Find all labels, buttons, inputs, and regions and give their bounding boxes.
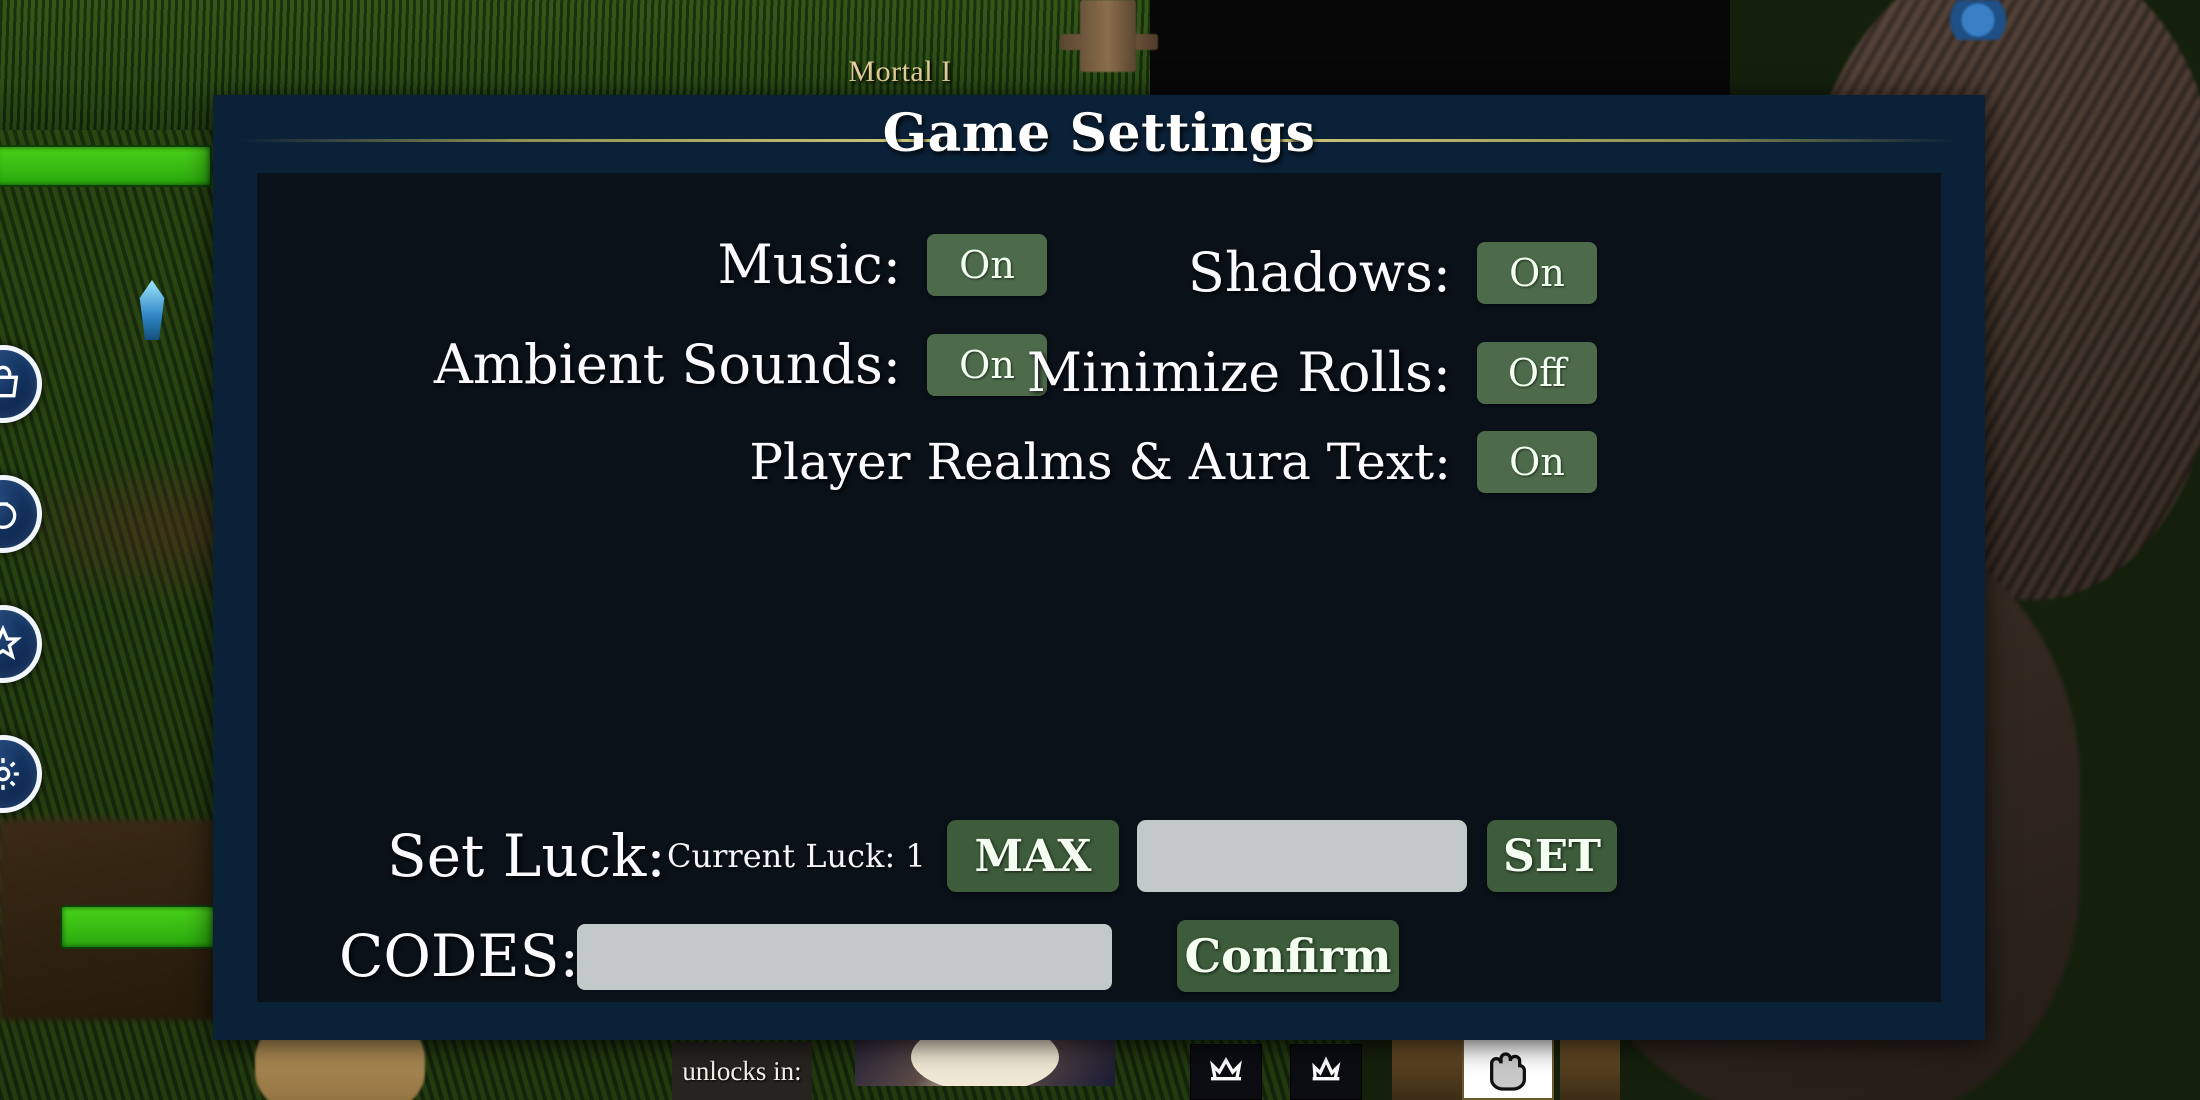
set-luck-row: Set Luck: Current Luck: 1 MAX SET	[257, 813, 1941, 899]
max-luck-button[interactable]: MAX	[947, 820, 1119, 892]
setting-label-player-realms: Player Realms & Aura Text:	[749, 433, 1451, 491]
setting-label-shadows: Shadows:	[1187, 241, 1451, 304]
setting-label-ambient-sounds: Ambient Sounds:	[433, 333, 901, 396]
game-settings-panel: Game Settings Music: On Ambient Sounds: …	[213, 95, 1985, 1040]
setting-label-minimize-rolls: Minimize Rolls:	[1026, 341, 1451, 404]
settings-grid: Music: On Ambient Sounds: On Shadows: On…	[257, 173, 1941, 493]
set-luck-label: Set Luck:	[387, 822, 666, 890]
hotbar-slot-crown-2[interactable]	[1290, 1044, 1362, 1100]
panel-header: Game Settings	[213, 95, 1985, 173]
shop-icon	[0, 365, 19, 398]
setting-row-music: Music: On	[257, 233, 1047, 296]
hotbar-slot-empty-2[interactable]	[1560, 1040, 1620, 1100]
toggle-minimize-rolls[interactable]: Off	[1477, 341, 1597, 404]
gear-icon	[0, 758, 19, 790]
codes-label: CODES:	[339, 922, 580, 990]
setting-row-ambient-sounds: Ambient Sounds: On	[257, 333, 1047, 396]
toggle-shadows[interactable]: On	[1477, 241, 1597, 304]
toggle-player-realms[interactable]: On	[1477, 431, 1597, 493]
health-bar	[60, 905, 215, 949]
panel-body: Music: On Ambient Sounds: On Shadows: On…	[257, 173, 1941, 1002]
set-luck-button[interactable]: SET	[1487, 820, 1617, 892]
background-creature	[1950, 0, 2020, 40]
setting-row-shadows: Shadows: On	[1077, 241, 1597, 304]
confirm-code-button[interactable]: Confirm	[1177, 920, 1399, 992]
current-luck-text: Current Luck: 1	[667, 837, 926, 875]
bag-icon	[0, 502, 17, 529]
crown-icon	[1210, 1056, 1242, 1081]
hotbar-slot-fist[interactable]	[1462, 1036, 1554, 1100]
crown-icon	[1312, 1056, 1341, 1081]
progress-bar-top	[0, 145, 212, 187]
codes-input[interactable]	[577, 924, 1112, 990]
setting-row-player-realms: Player Realms & Aura Text: On	[749, 431, 1597, 493]
codes-row: CODES: Confirm	[257, 918, 1941, 1004]
unlocks-timer-label: unlocks in:	[672, 1042, 812, 1100]
hotbar-slot-crown[interactable]	[1190, 1044, 1262, 1100]
setting-row-minimize-rolls: Minimize Rolls: Off	[1017, 341, 1597, 404]
hotbar-slot-empty[interactable]	[1392, 1040, 1464, 1100]
luck-input[interactable]	[1137, 820, 1467, 892]
game-screen: Mortal I ·········· unlocks in: Roll	[0, 0, 2200, 1100]
background-signpost	[1080, 0, 1136, 72]
rank-label: Mortal I	[848, 55, 952, 88]
star-icon	[0, 624, 22, 660]
setting-label-music: Music:	[717, 233, 902, 296]
page-title: Game Settings	[882, 103, 1316, 164]
fist-icon	[1490, 1052, 1526, 1091]
toggle-music[interactable]: On	[927, 233, 1047, 296]
